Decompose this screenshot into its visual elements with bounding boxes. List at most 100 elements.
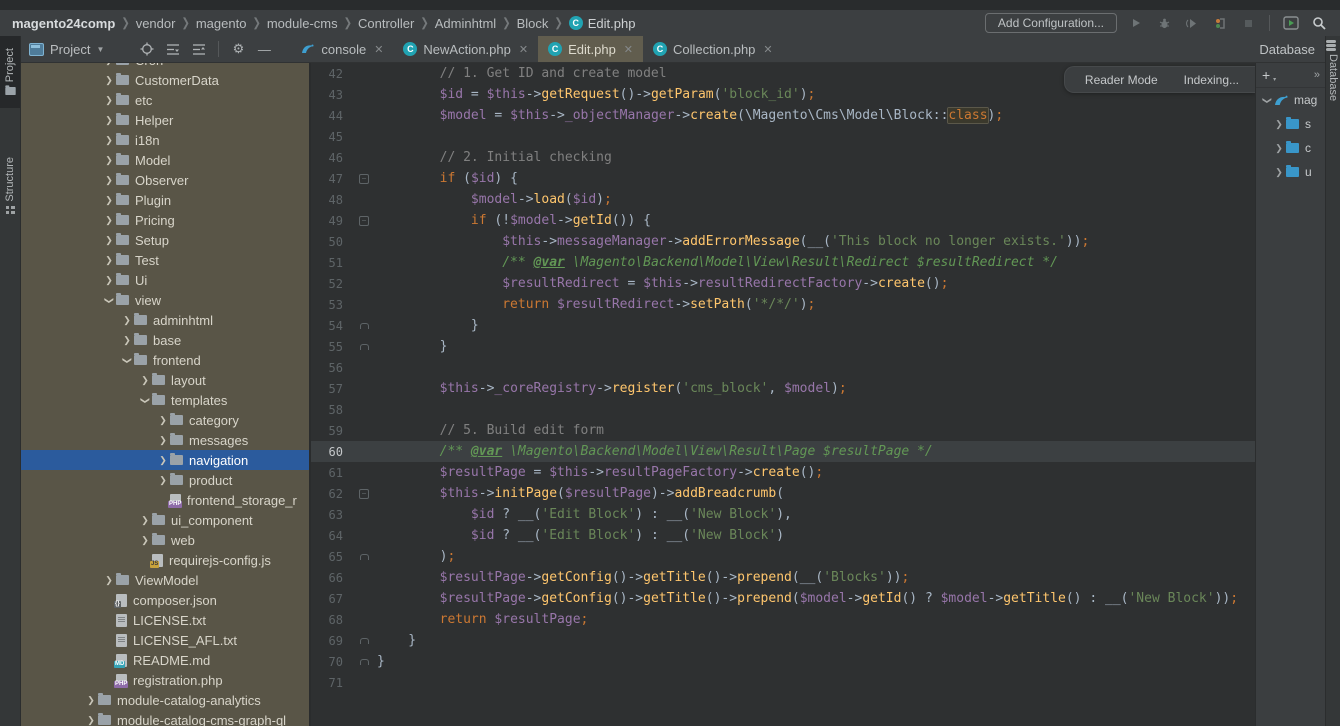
chevron-right-icon[interactable]: ❯ [102,175,116,186]
tool-tab-project[interactable]: Project [0,36,20,108]
chevron-right-icon[interactable]: ❯ [156,475,170,486]
database-tab-label[interactable]: Database [1327,54,1339,101]
chevron-down-icon[interactable]: ❯ [1262,93,1273,107]
add-datasource-button[interactable]: + [1262,67,1277,83]
project-view-selector[interactable]: Project ▼ [21,42,112,57]
tree-item-customerdata[interactable]: ❯ CustomerData [21,70,309,90]
fold-marker[interactable] [359,658,369,665]
tree-item-module-catalog-cms-graph-ql[interactable]: ❯ module-catalog-cms-graph-ql [21,710,309,726]
tree-item-ui[interactable]: ❯ Ui [21,270,309,290]
code-line[interactable]: 59 // 5. Build edit form [311,420,1255,441]
db-tree-item[interactable]: ❯ mag [1256,88,1325,112]
code-line[interactable]: 53 return $resultRedirect->setPath('*/*/… [311,294,1255,315]
tree-item-module-catalog-analytics[interactable]: ❯ module-catalog-analytics [21,690,309,710]
code-line[interactable]: 69 } [311,630,1255,651]
chevron-right-icon[interactable]: ❯ [102,255,116,266]
code-line[interactable]: 61 $resultPage = $this->resultPageFactor… [311,462,1255,483]
db-tree-item[interactable]: ❯ c [1256,136,1325,160]
code-line[interactable]: 71 [311,672,1255,693]
fold-marker[interactable]: − [359,215,369,226]
attach-debugger-icon[interactable] [1211,14,1229,32]
breadcrumb-item[interactable]: Block [513,16,553,31]
code-line[interactable]: 62 − $this->initPage($resultPage)->addBre… [311,483,1255,504]
chevron-right-icon[interactable]: ❯ [156,435,170,446]
tree-item-ui_component[interactable]: ❯ ui_component [21,510,309,530]
collapse-all-icon[interactable] [164,40,182,58]
tree-item-frontend[interactable]: ❯ frontend [21,350,309,370]
tree-item-readme-md[interactable]: ❯MDREADME.md [21,650,309,670]
code-line[interactable]: 50 $this->messageManager->addErrorMessag… [311,231,1255,252]
code-line[interactable]: 56 [311,357,1255,378]
code-editor[interactable]: 42 // 1. Get ID and create model 43 $id =… [311,63,1255,726]
profile-icon[interactable] [1183,14,1201,32]
chevron-right-icon[interactable]: ❯ [102,275,116,286]
tree-item-messages[interactable]: ❯ messages [21,430,309,450]
editor-tab-collection-php[interactable]: C Collection.php ✕ [643,36,783,62]
editor-tab-console[interactable]: console ✕ [291,36,393,62]
breadcrumb-item[interactable]: vendor [132,16,180,31]
code-line[interactable]: 68 return $resultPage; [311,609,1255,630]
close-icon[interactable]: ✕ [763,43,772,56]
fold-marker[interactable]: − [359,173,369,184]
tree-item-templates[interactable]: ❯ templates [21,390,309,410]
chevron-right-icon[interactable]: ❯ [102,195,116,206]
tree-item-web[interactable]: ❯ web [21,530,309,550]
code-line[interactable]: 48 $model->load($id); [311,189,1255,210]
debug-icon[interactable] [1155,14,1173,32]
tree-item-navigation[interactable]: ❯ navigation [21,450,309,470]
fold-marker[interactable] [359,637,369,644]
chevron-right-icon[interactable]: ❯ [102,215,116,226]
tree-item-composer-json[interactable]: ❯{}composer.json [21,590,309,610]
tool-tab-structure[interactable]: Structure [0,136,20,236]
chevron-right-icon[interactable]: ❯ [102,155,116,166]
code-line[interactable]: 58 [311,399,1255,420]
tree-item-product[interactable]: ❯ product [21,470,309,490]
editor-tab-newaction-php[interactable]: C NewAction.php ✕ [393,36,538,62]
chevron-right-icon[interactable]: ❯ [156,415,170,426]
chevron-right-icon[interactable]: ❯ [1272,167,1286,178]
chevron-right-icon[interactable]: ❯ [1272,119,1286,130]
close-icon[interactable]: ✕ [519,43,528,56]
tree-item-cron[interactable]: ❯ Cron [21,63,309,70]
tree-item-model[interactable]: ❯ Model [21,150,309,170]
add-configuration-button[interactable]: Add Configuration... [984,13,1117,33]
chevron-right-icon[interactable]: ❯ [138,375,152,386]
run-icon[interactable] [1127,14,1145,32]
locate-icon[interactable] [138,40,156,58]
fold-marker[interactable] [359,553,369,560]
chevron-right-icon[interactable]: ❯ [120,335,134,346]
code-line[interactable]: 49 − if (!$model->getId()) { [311,210,1255,231]
tree-item-setup[interactable]: ❯ Setup [21,230,309,250]
tree-item-layout[interactable]: ❯ layout [21,370,309,390]
code-line[interactable]: 65 ); [311,546,1255,567]
code-line[interactable]: 52 $resultRedirect = $this->resultRedire… [311,273,1255,294]
code-line[interactable]: 70} [311,651,1255,672]
tree-item-base[interactable]: ❯ base [21,330,309,350]
breadcrumb-item[interactable]: magento [192,16,251,31]
run-anything-icon[interactable] [1282,14,1300,32]
settings-gear-icon[interactable]: ⚙ [229,40,247,58]
code-line[interactable]: 66 $resultPage->getConfig()->getTitle()-… [311,567,1255,588]
code-line[interactable]: 64 $id ? __('Edit Block') : __('New Bloc… [311,525,1255,546]
chevron-right-icon[interactable]: ❯ [84,695,98,706]
tree-item-test[interactable]: ❯ Test [21,250,309,270]
breadcrumb-item[interactable]: module-cms [263,16,342,31]
breadcrumb-item[interactable]: C Edit.php [565,16,640,31]
expand-all-icon[interactable] [190,40,208,58]
chevron-right-icon[interactable]: ❯ [102,115,116,126]
db-tree-item[interactable]: ❯ u [1256,160,1325,184]
stop-icon[interactable] [1239,14,1257,32]
tree-item-helper[interactable]: ❯ Helper [21,110,309,130]
chevron-right-icon[interactable]: ❯ [102,75,116,86]
reader-mode-button[interactable]: Reader Mode [1085,73,1158,87]
tree-item-registration-php[interactable]: ❯PHPregistration.php [21,670,309,690]
chevron-right-icon[interactable]: ❯ [138,515,152,526]
tree-item-i18n[interactable]: ❯ i18n [21,130,309,150]
tree-item-etc[interactable]: ❯ etc [21,90,309,110]
code-line[interactable]: 55 } [311,336,1255,357]
hide-panel-icon[interactable]: — [255,40,273,58]
chevron-right-icon[interactable]: ❯ [102,95,116,106]
search-icon[interactable] [1310,14,1328,32]
more-actions-button[interactable]: » [1314,69,1320,81]
db-tree-item[interactable]: ❯ s [1256,112,1325,136]
